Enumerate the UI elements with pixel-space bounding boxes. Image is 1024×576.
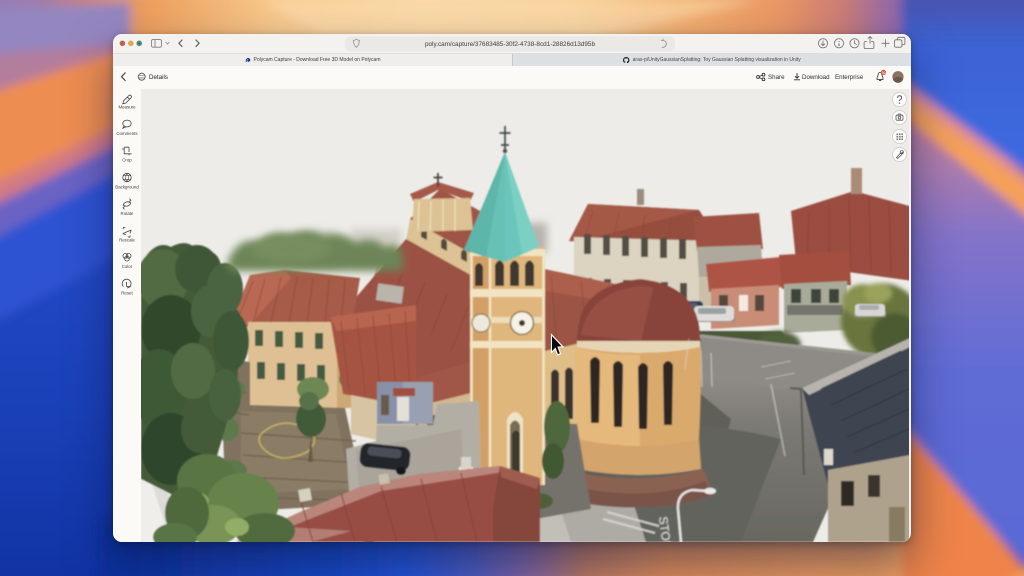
svg-text:Background: Background <box>115 184 139 189</box>
svg-text:STOP: STOP <box>656 516 674 542</box>
svg-text:Share: Share <box>768 74 785 81</box>
svg-text:Rescale: Rescale <box>119 237 135 242</box>
svg-text:Enterprise: Enterprise <box>835 74 864 81</box>
svg-text:99: 99 <box>882 71 886 75</box>
svg-text:Details: Details <box>149 74 168 81</box>
svg-text:Color: Color <box>122 264 133 269</box>
svg-text:Rotate: Rotate <box>121 211 134 216</box>
svg-text:Reset: Reset <box>121 291 133 296</box>
svg-text:Measure: Measure <box>118 105 136 110</box>
svg-text:poly.cam/capture/37683485-30f2: poly.cam/capture/37683485-30f2-4738-8cd1… <box>425 41 596 48</box>
svg-text:Download: Download <box>802 74 830 81</box>
svg-text:Crop: Crop <box>122 158 132 163</box>
svg-text:Comments: Comments <box>116 131 138 136</box>
